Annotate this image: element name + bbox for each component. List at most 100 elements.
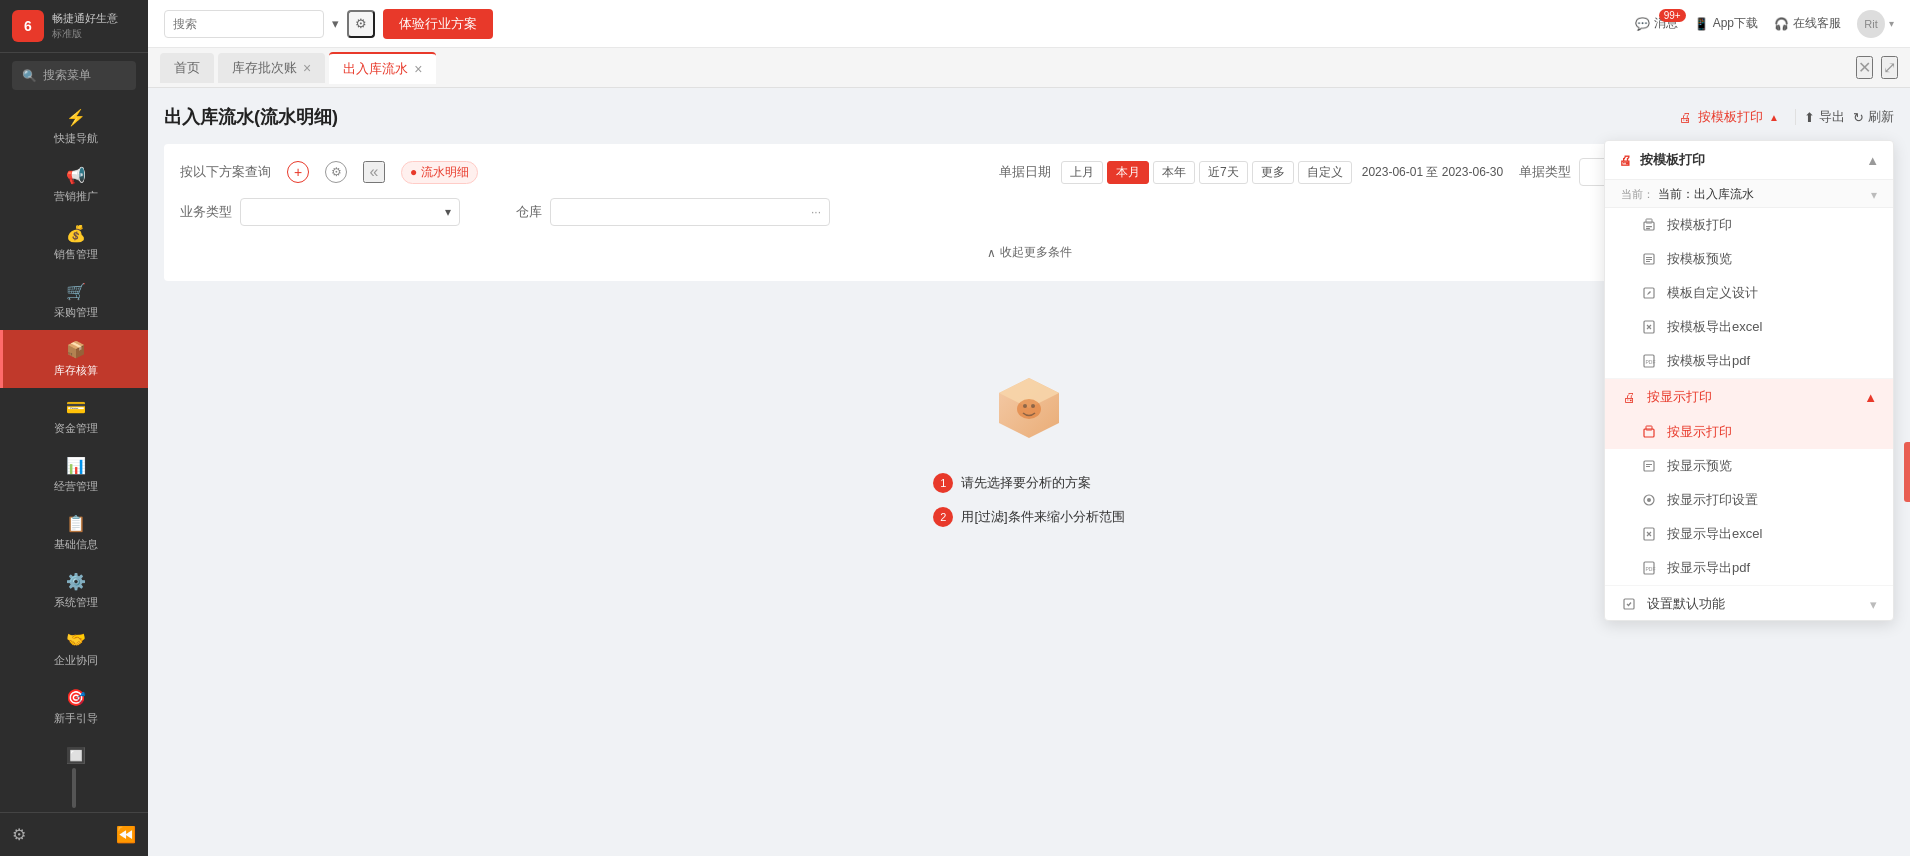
refresh-label: 刷新 (1868, 108, 1894, 126)
sidebar-item-basics[interactable]: 📋 基础信息 (0, 504, 148, 562)
dropdown-template-export-excel[interactable]: 按模板导出excel (1605, 310, 1893, 344)
topbar-search-input[interactable] (164, 10, 324, 38)
topbar-settings-button[interactable]: ⚙ (347, 10, 375, 38)
sidebar-item-system[interactable]: ⚙️ 系统管理 (0, 562, 148, 620)
svg-rect-21 (1646, 466, 1650, 467)
right-edge-indicator (1904, 442, 1910, 502)
svg-text:PDF: PDF (1646, 359, 1656, 365)
dropdown-display-print-settings[interactable]: 按显示打印设置 (1605, 483, 1893, 517)
dropdown-template-export-pdf[interactable]: PDF 按模板导出pdf (1605, 344, 1893, 378)
dropdown-title-label: 按模板打印 (1640, 151, 1705, 169)
svg-rect-10 (1646, 257, 1652, 258)
dropdown-collapse-arrow[interactable]: ▲ (1866, 153, 1879, 168)
chevron-down-icon: ▾ (332, 16, 339, 31)
dropdown-display-print[interactable]: 按显示打印 (1605, 415, 1893, 449)
operations-icon: 📊 (66, 456, 86, 475)
date-btn-this-year[interactable]: 本年 (1153, 161, 1195, 184)
filter-settings-button[interactable]: ⚙ (325, 161, 347, 183)
sidebar-item-quick-nav[interactable]: ⚡ 快捷导航 (0, 98, 148, 156)
tab-inout-flow[interactable]: 出入库流水 × (329, 52, 436, 84)
set-default-icon (1621, 596, 1637, 612)
sidebar-item-purchase[interactable]: 🛒 采购管理 (0, 272, 148, 330)
filter-add-button[interactable]: + (287, 161, 309, 183)
logo-icon: 6 (12, 10, 44, 42)
set-default-label: 设置默认功能 (1647, 595, 1860, 613)
template-custom-label: 模板自定义设计 (1667, 284, 1758, 302)
page-content-area: 出入库流水(流水明细) 🖨 按模板打印 ▲ ⬆ 导出 ↻ 刷新 (148, 88, 1910, 856)
dropdown-template-custom[interactable]: 模板自定义设计 (1605, 276, 1893, 310)
display-excel-label: 按显示导出excel (1667, 525, 1762, 543)
search-menu-button[interactable]: 🔍 搜索菜单 (12, 61, 136, 90)
empty-step-1-text: 请先选择要分析的方案 (961, 474, 1091, 492)
sidebar-item-guide[interactable]: 🎯 新手引导 (0, 678, 148, 736)
avatar: Rit (1857, 10, 1885, 38)
current-value: 当前：出入库流水 (1658, 186, 1871, 203)
sidebar-item-sales[interactable]: 💰 销售管理 (0, 214, 148, 272)
cooperation-icon: 🤝 (66, 630, 86, 649)
empty-step-2: 2 用[过滤]条件来缩小分析范围 (933, 507, 1124, 527)
current-chevron-icon[interactable]: ▾ (1871, 188, 1877, 202)
industry-btn[interactable]: 体验行业方案 (383, 9, 493, 39)
print-dropdown-button[interactable]: 🖨 按模板打印 ▲ (1671, 104, 1787, 130)
template-preview-label: 按模板预览 (1667, 250, 1732, 268)
svg-point-23 (1647, 498, 1651, 502)
tab-inout-flow-close[interactable]: × (414, 62, 422, 76)
tab-inventory-batch-close[interactable]: × (303, 61, 311, 75)
sidebar-item-finance[interactable]: 💳 资金管理 (0, 388, 148, 446)
sidebar-item-inventory[interactable]: 📦 库存核算 (0, 330, 148, 388)
page-expand-button[interactable]: ⤢ (1881, 56, 1898, 79)
display-section-icon: 🖨 (1621, 389, 1637, 405)
current-label: 当前： (1621, 187, 1654, 202)
app-logo: 6 畅捷通好生意 标准版 (0, 0, 148, 53)
tab-home-label: 首页 (174, 59, 200, 77)
print-header-icon: 🖨 (1619, 153, 1632, 168)
sidebar-item-marketing[interactable]: 📢 营销推广 (0, 156, 148, 214)
business-type-select[interactable]: ▾ (240, 198, 460, 226)
export-button[interactable]: ⬆ 导出 (1804, 108, 1845, 126)
tab-home[interactable]: 首页 (160, 53, 214, 83)
date-quick-buttons: 上月 本月 本年 近7天 更多 自定义 (1061, 161, 1352, 184)
dropdown-set-default[interactable]: 设置默认功能 ▾ (1605, 586, 1893, 620)
print-dropdown-panel: 🖨 按模板打印 ▲ 当前： 当前：出入库流水 ▾ 按模板打印 (1604, 140, 1894, 621)
dropdown-template-print[interactable]: 按模板打印 (1605, 208, 1893, 242)
date-btn-more[interactable]: 更多 (1252, 161, 1294, 184)
refresh-button[interactable]: ↻ 刷新 (1853, 108, 1894, 126)
warehouse-more-icon[interactable]: ··· (811, 205, 821, 219)
sidebar-bottom: ⚙ ⏪ (0, 812, 148, 856)
sidebar-item-operations[interactable]: 📊 经营管理 (0, 446, 148, 504)
dropdown-template-preview[interactable]: 按模板预览 (1605, 242, 1893, 276)
dropdown-display-section[interactable]: 🖨 按显示打印 ▲ (1605, 379, 1893, 415)
online-service-label: 在线客服 (1793, 15, 1841, 32)
dropdown-display-export-pdf[interactable]: PDF 按显示导出pdf (1605, 551, 1893, 585)
dropdown-display-export-excel[interactable]: 按显示导出excel (1605, 517, 1893, 551)
date-btn-custom[interactable]: 自定义 (1298, 161, 1352, 184)
date-range-display: 2023-06-01 至 2023-06-30 (1362, 164, 1503, 181)
sidebar-item-label: 快捷导航 (54, 131, 98, 146)
display-preview-label: 按显示预览 (1667, 457, 1732, 475)
sidebar-item-apps[interactable]: 🔲 应用中心 (0, 736, 148, 764)
display-section-arrow: ▲ (1864, 390, 1877, 405)
sidebar-item-label: 新手引导 (54, 711, 98, 726)
template-excel-icon (1641, 319, 1657, 335)
settings-bottom-button[interactable]: ⚙ (12, 825, 26, 844)
display-section-label: 按显示打印 (1647, 388, 1854, 406)
tab-inventory-batch[interactable]: 库存批次账 × (218, 53, 325, 83)
filter-collapse-left-button[interactable]: « (363, 161, 385, 183)
user-avatar-area[interactable]: Rit ▾ (1857, 10, 1894, 38)
page-close-button[interactable]: ✕ (1856, 56, 1873, 79)
display-pdf-label: 按显示导出pdf (1667, 559, 1750, 577)
dropdown-display-preview[interactable]: 按显示预览 (1605, 449, 1893, 483)
date-btn-this-month[interactable]: 本月 (1107, 161, 1149, 184)
warehouse-select[interactable]: ··· (550, 198, 830, 226)
app-download-button[interactable]: 📱 App下载 (1694, 15, 1758, 32)
step-2-num: 2 (933, 507, 953, 527)
collapse-sidebar-button[interactable]: ⏪ (116, 825, 136, 844)
message-button[interactable]: 💬 消息 99+ (1635, 15, 1678, 32)
topbar-right: 💬 消息 99+ 📱 App下载 🎧 在线客服 Rit ▾ (1635, 10, 1894, 38)
topbar-dropdown-button[interactable]: ▾ (332, 16, 339, 31)
empty-step-2-text: 用[过滤]条件来缩小分析范围 (961, 508, 1124, 526)
online-service-button[interactable]: 🎧 在线客服 (1774, 15, 1841, 32)
sidebar-item-cooperation[interactable]: 🤝 企业协同 (0, 620, 148, 678)
date-btn-7days[interactable]: 近7天 (1199, 161, 1248, 184)
date-btn-last-month[interactable]: 上月 (1061, 161, 1103, 184)
